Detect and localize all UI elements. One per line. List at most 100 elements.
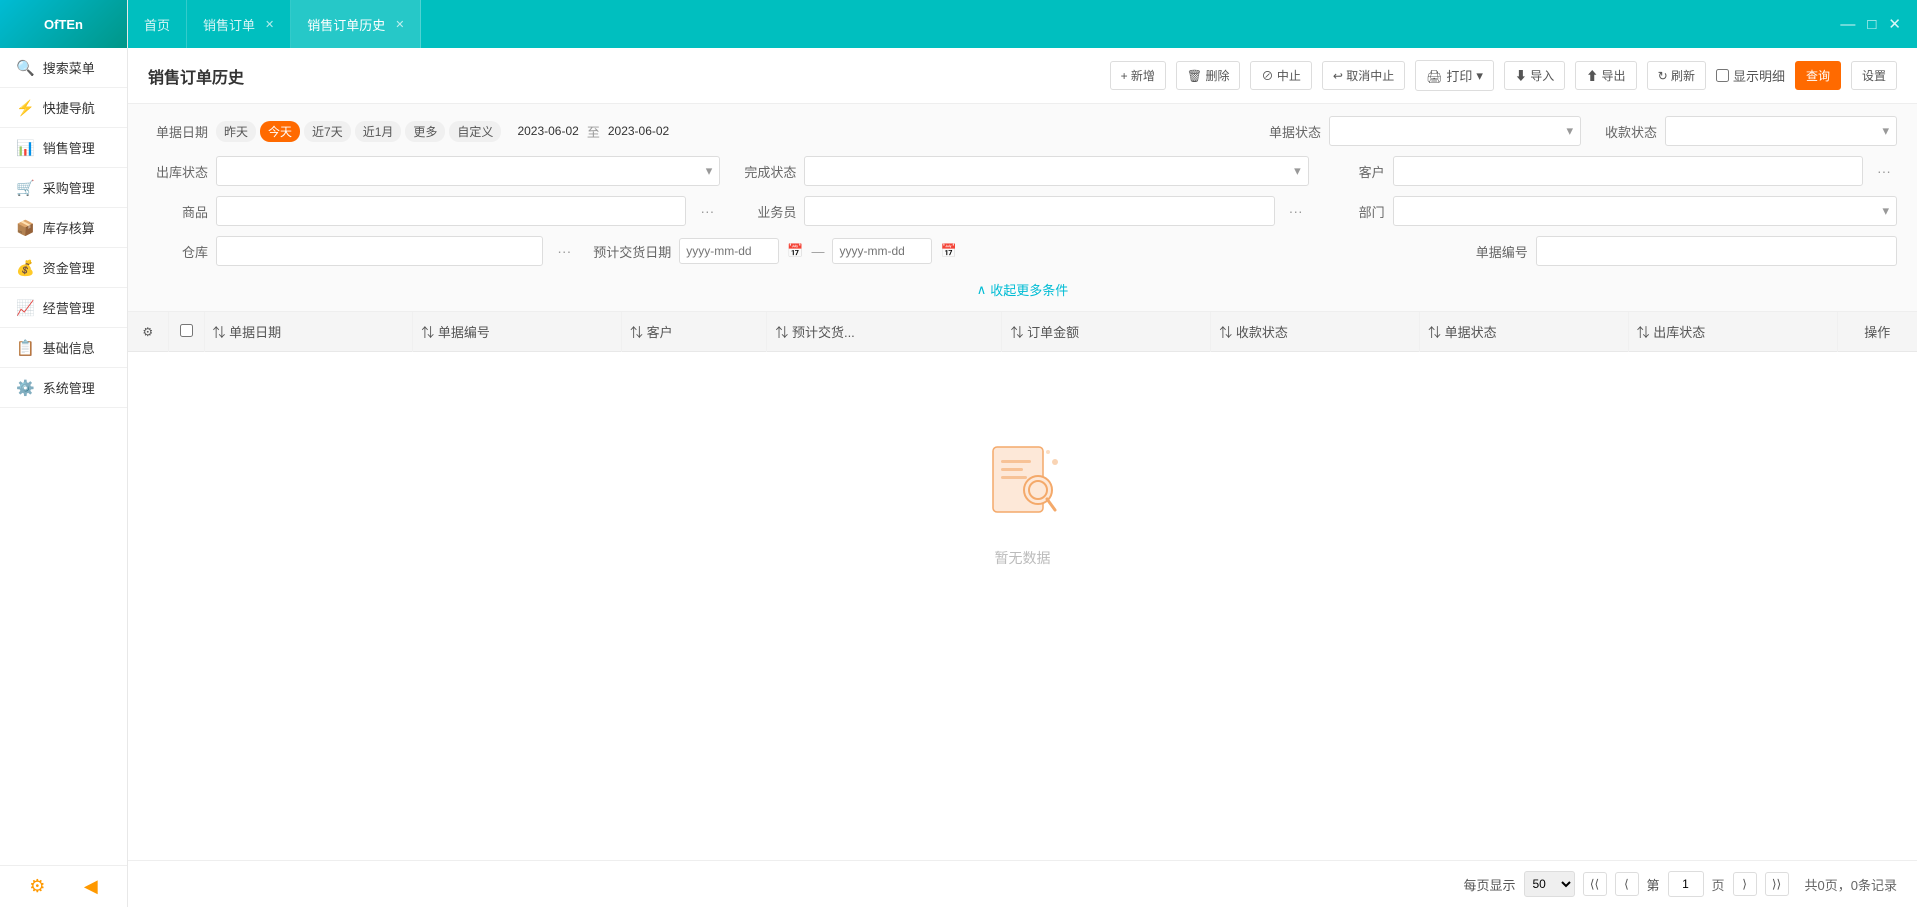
print-button[interactable]: 🖨 打印 ▾: [1415, 60, 1494, 91]
cancel-stop-button[interactable]: ↩ 取消中止: [1322, 61, 1405, 90]
receipt-status-select[interactable]: [1665, 116, 1897, 146]
sidebar-item-sales-mgmt[interactable]: 📊 销售管理: [0, 128, 127, 168]
tab-home[interactable]: 首页: [128, 0, 187, 48]
content-area: 销售订单历史 + 新增 🗑 删除 ⊘ 中止 ↩ 取消中止 🖨 打印 ▾ ⬇ 导入…: [128, 48, 1917, 907]
table-header-row: ⚙ ⇅ 单据日期 ⇅ 单据编号 ⇅: [128, 312, 1917, 352]
prev-page-button[interactable]: ⟨: [1615, 872, 1639, 896]
salesperson-more-button[interactable]: ···: [1283, 201, 1309, 221]
expected-date-start-input[interactable]: [679, 238, 779, 264]
delivery-status-col-text: 出库状态: [1653, 325, 1705, 340]
sidebar-item-system-mgmt[interactable]: ⚙️ 系统管理: [0, 368, 127, 408]
tab-sales-order-history-close[interactable]: ✕: [395, 18, 404, 31]
next-page-button[interactable]: ⟩: [1733, 872, 1757, 896]
sidebar-item-finance[interactable]: 💰 资金管理: [0, 248, 127, 288]
department-select[interactable]: [1393, 196, 1897, 226]
delivery-status-select[interactable]: [216, 156, 720, 186]
no-column-header[interactable]: ⇅ 单据编号: [413, 312, 622, 352]
select-all-checkbox[interactable]: [180, 324, 193, 337]
order-status-select[interactable]: [1329, 116, 1581, 146]
complete-status-select[interactable]: [804, 156, 1308, 186]
expected-date-column-header[interactable]: ⇅ 预计交货...: [767, 312, 1002, 352]
order-status-col-text: 单据状态: [1445, 325, 1497, 340]
customer-column-header[interactable]: ⇅ 客户: [621, 312, 766, 352]
sidebar-item-label: 销售管理: [43, 138, 95, 157]
amount-column-header[interactable]: ⇅ 订单金额: [1002, 312, 1211, 352]
date-chip-more[interactable]: 更多: [405, 121, 445, 142]
maximize-icon[interactable]: □: [1867, 16, 1876, 33]
settings-bottom-icon[interactable]: ⚙: [29, 876, 45, 897]
collapse-sidebar-icon[interactable]: ◀: [84, 876, 98, 897]
import-button[interactable]: ⬇ 导入: [1504, 61, 1565, 90]
order-status-column-header[interactable]: ⇅ 单据状态: [1419, 312, 1628, 352]
order-no-input[interactable]: [1536, 236, 1897, 266]
collapse-button[interactable]: ∧ 收起更多条件: [148, 276, 1897, 299]
tab-sales-order-history[interactable]: 销售订单历史 ✕: [291, 0, 421, 48]
print-label: 🖨 打印: [1426, 66, 1472, 85]
filter-row-1: 单据日期 昨天 今天 近7天 近1月 更多 自定义 2023-06-02 至 2…: [148, 116, 1897, 146]
sidebar-item-inventory[interactable]: 📦 库存核算: [0, 208, 127, 248]
filter-row-4: 仓库 ··· 预计交货日期 📅 — 📅 单据编号: [148, 236, 1897, 266]
settings-column-header[interactable]: ⚙: [128, 312, 168, 352]
sidebar-item-search-menu[interactable]: 🔍 搜索菜单: [0, 48, 127, 88]
check-column-header[interactable]: [168, 312, 204, 352]
page-input[interactable]: [1668, 871, 1704, 897]
delivery-status-select-wrapper[interactable]: [216, 156, 720, 186]
empty-state-cell: 暂无数据: [128, 352, 1917, 649]
customer-more-button[interactable]: ···: [1871, 161, 1897, 181]
first-page-button[interactable]: ⟨⟨: [1583, 872, 1607, 896]
page-title: 销售订单历史: [148, 64, 244, 88]
last-page-button[interactable]: ⟩⟩: [1765, 872, 1789, 896]
goods-more-button[interactable]: ···: [694, 201, 720, 221]
customer-input[interactable]: [1393, 156, 1863, 186]
tab-sales-order[interactable]: 销售订单 ✕: [187, 0, 291, 48]
order-status-select-wrapper[interactable]: [1329, 116, 1581, 146]
page-unit: 页: [1712, 875, 1725, 894]
date-chip-7days[interactable]: 近7天: [304, 121, 351, 142]
complete-status-label: 完成状态: [736, 162, 796, 181]
sidebar-item-quick-nav[interactable]: ⚡ 快捷导航: [0, 88, 127, 128]
refresh-button[interactable]: ↻ 刷新: [1647, 61, 1706, 90]
query-button[interactable]: 查询: [1795, 61, 1841, 90]
receipt-status-column-header[interactable]: ⇅ 收款状态: [1211, 312, 1420, 352]
display-detail-label[interactable]: 显示明细: [1716, 66, 1785, 85]
warehouse-input[interactable]: [216, 236, 543, 266]
per-page-select[interactable]: 50 10 20 100: [1524, 871, 1575, 897]
delete-button[interactable]: 🗑 删除: [1176, 61, 1241, 90]
sidebar-item-operations[interactable]: 📈 经营管理: [0, 288, 127, 328]
close-window-icon[interactable]: ✕: [1888, 15, 1901, 33]
complete-status-select-wrapper[interactable]: [804, 156, 1308, 186]
receipt-status-label: 收款状态: [1597, 122, 1657, 141]
filter-order-status: 单据状态: [1261, 116, 1581, 146]
sidebar-bottom: ⚙ ◀: [0, 865, 127, 907]
sidebar-item-base-info[interactable]: 📋 基础信息: [0, 328, 127, 368]
date-chip-1month[interactable]: 近1月: [355, 121, 402, 142]
filter-warehouse: 仓库 ···: [148, 236, 577, 266]
calendar-end-icon[interactable]: 📅: [940, 243, 956, 259]
delivery-status-column-header[interactable]: ⇅ 出库状态: [1628, 312, 1837, 352]
sidebar-item-label: 快捷导航: [43, 98, 95, 117]
stop-button[interactable]: ⊘ 中止: [1250, 61, 1311, 90]
tab-sales-order-close[interactable]: ✕: [265, 18, 274, 31]
display-detail-checkbox[interactable]: [1716, 69, 1729, 82]
calendar-start-icon[interactable]: 📅: [787, 243, 803, 259]
date-chip-yesterday[interactable]: 昨天: [216, 121, 256, 142]
salesperson-input[interactable]: [804, 196, 1274, 226]
settings-button[interactable]: 设置: [1851, 61, 1897, 90]
department-select-wrapper[interactable]: [1393, 196, 1897, 226]
expected-date-end-input[interactable]: [832, 238, 932, 264]
date-chip-custom[interactable]: 自定义: [449, 121, 501, 142]
minimize-icon[interactable]: —: [1840, 16, 1855, 33]
expected-date-col-text: 预计交货...: [792, 325, 855, 340]
collapse-text: 收起更多条件: [990, 280, 1068, 299]
sidebar-item-label: 系统管理: [43, 378, 95, 397]
sidebar-item-purchase-mgmt[interactable]: 🛒 采购管理: [0, 168, 127, 208]
table-footer: 每页显示 50 10 20 100 ⟨⟨ ⟨ 第 页 ⟩ ⟩⟩ 共0页，0条记录: [128, 860, 1917, 907]
export-button[interactable]: ⬆ 导出: [1575, 61, 1636, 90]
receipt-status-select-wrapper[interactable]: [1665, 116, 1897, 146]
table-body: 暂无数据: [128, 352, 1917, 649]
new-button[interactable]: + 新增: [1110, 61, 1166, 90]
goods-input[interactable]: [216, 196, 686, 226]
date-chip-today[interactable]: 今天: [260, 121, 300, 142]
warehouse-more-button[interactable]: ···: [551, 241, 577, 261]
date-column-header[interactable]: ⇅ 单据日期: [204, 312, 413, 352]
